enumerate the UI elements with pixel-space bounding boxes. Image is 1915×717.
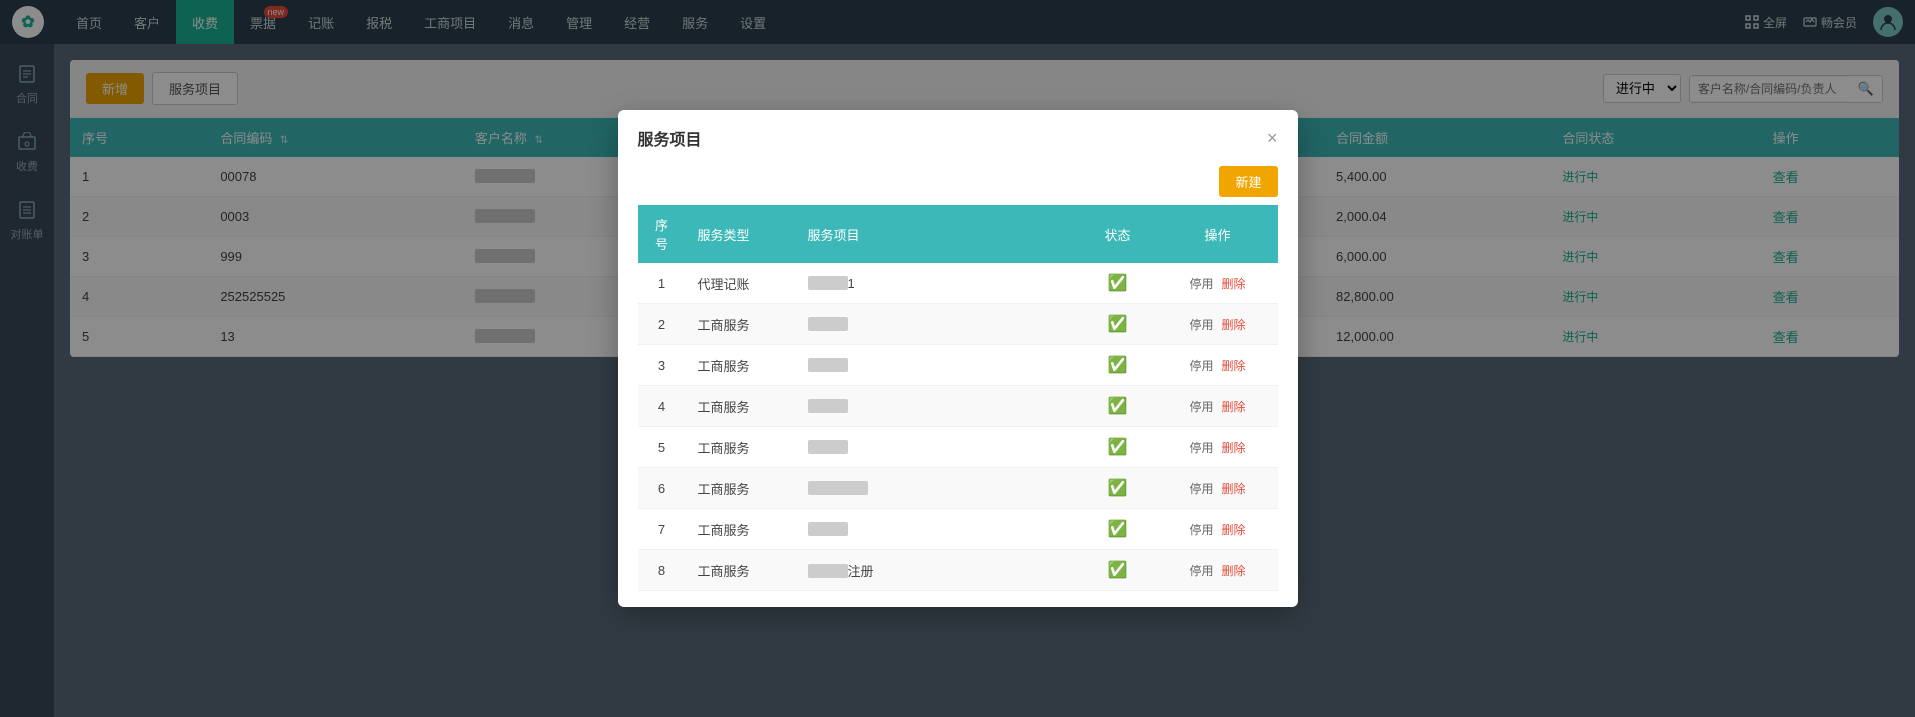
status-active-icon: ✅ (1108, 357, 1128, 374)
modal-cell-project (796, 345, 1078, 386)
status-active-icon: ✅ (1108, 316, 1128, 333)
main-layout: 合同 收费 对账单 新增 服务项目 进行中 全部 (0, 44, 1915, 717)
delete-button[interactable]: 删除 (1222, 316, 1246, 333)
modal-cell-type: 工商服务 (686, 427, 796, 468)
modal-cell-index: 6 (638, 468, 686, 509)
modal-cell-status: ✅ (1078, 345, 1158, 386)
service-modal: 服务项目 × 新建 序号 服务类型 服务项目 状态 (618, 110, 1298, 607)
modal-cell-index: 3 (638, 345, 686, 386)
modal-cell-index: 2 (638, 304, 686, 345)
status-active-icon: ✅ (1108, 439, 1128, 456)
modal-table-row: 7 工商服务 ✅ 停用 删除 (638, 509, 1278, 550)
modal-header: 服务项目 × (618, 110, 1298, 158)
status-active-icon: ✅ (1108, 521, 1128, 538)
modal-cell-index: 8 (638, 550, 686, 591)
modal-cell-action: 停用 删除 (1158, 304, 1278, 345)
modal-col-action: 操作 (1158, 205, 1278, 263)
modal-cell-index: 4 (638, 386, 686, 427)
delete-button[interactable]: 删除 (1222, 398, 1246, 415)
modal-cell-index: 5 (638, 427, 686, 468)
modal-cell-index: 1 (638, 263, 686, 304)
delete-button[interactable]: 删除 (1222, 275, 1246, 292)
modal-cell-action: 停用 删除 (1158, 468, 1278, 509)
modal-table-row: 4 工商服务 ✅ 停用 删除 (638, 386, 1278, 427)
modal-table-row: 2 工商服务 ✅ 停用 删除 (638, 304, 1278, 345)
modal-col-index: 序号 (638, 205, 686, 263)
modal-cell-project (796, 304, 1078, 345)
modal-cell-project (796, 427, 1078, 468)
modal-cell-project (796, 509, 1078, 550)
modal-toolbar: 新建 (618, 158, 1298, 205)
modal-cell-status: ✅ (1078, 468, 1158, 509)
status-active-icon: ✅ (1108, 275, 1128, 292)
modal-cell-type: 工商服务 (686, 304, 796, 345)
modal-cell-action: 停用 删除 (1158, 345, 1278, 386)
modal-cell-action: 停用 删除 (1158, 509, 1278, 550)
stop-button[interactable]: 停用 (1189, 357, 1213, 374)
modal-col-status: 状态 (1078, 205, 1158, 263)
service-table: 序号 服务类型 服务项目 状态 操作 1 代理记账 1 ✅ 停用 删除 (638, 205, 1278, 591)
delete-button[interactable]: 删除 (1222, 521, 1246, 538)
modal-cell-status: ✅ (1078, 263, 1158, 304)
modal-cell-status: ✅ (1078, 427, 1158, 468)
modal-cell-index: 7 (638, 509, 686, 550)
modal-cell-action: 停用 删除 (1158, 550, 1278, 591)
stop-button[interactable]: 停用 (1189, 316, 1213, 333)
status-active-icon: ✅ (1108, 562, 1128, 579)
modal-cell-type: 工商服务 (686, 509, 796, 550)
modal-close-button[interactable]: × (1267, 129, 1278, 147)
modal-cell-type: 代理记账 (686, 263, 796, 304)
delete-button[interactable]: 删除 (1222, 357, 1246, 374)
stop-button[interactable]: 停用 (1189, 275, 1213, 292)
status-active-icon: ✅ (1108, 480, 1128, 497)
modal-col-type: 服务类型 (686, 205, 796, 263)
modal-cell-type: 工商服务 (686, 345, 796, 386)
modal-table-row: 1 代理记账 1 ✅ 停用 删除 (638, 263, 1278, 304)
modal-cell-type: 工商服务 (686, 468, 796, 509)
modal-new-button[interactable]: 新建 (1219, 166, 1277, 197)
modal-table-row: 3 工商服务 ✅ 停用 删除 (638, 345, 1278, 386)
delete-button[interactable]: 删除 (1222, 439, 1246, 456)
modal-cell-action: 停用 删除 (1158, 427, 1278, 468)
modal-table-row: 5 工商服务 ✅ 停用 删除 (638, 427, 1278, 468)
modal-body: 序号 服务类型 服务项目 状态 操作 1 代理记账 1 ✅ 停用 删除 (618, 205, 1298, 607)
content-area: 新增 服务项目 进行中 全部 已结束 🔍 序号 合同编码 (54, 44, 1915, 717)
modal-cell-project: 注册 (796, 550, 1078, 591)
stop-button[interactable]: 停用 (1189, 562, 1213, 579)
modal-title: 服务项目 (638, 126, 702, 150)
modal-cell-status: ✅ (1078, 550, 1158, 591)
modal-cell-action: 停用 删除 (1158, 263, 1278, 304)
modal-cell-status: ✅ (1078, 386, 1158, 427)
modal-overlay: 服务项目 × 新建 序号 服务类型 服务项目 状态 (54, 44, 1915, 717)
stop-button[interactable]: 停用 (1189, 521, 1213, 538)
modal-cell-status: ✅ (1078, 304, 1158, 345)
modal-cell-type: 工商服务 (686, 550, 796, 591)
status-active-icon: ✅ (1108, 398, 1128, 415)
stop-button[interactable]: 停用 (1189, 480, 1213, 497)
modal-cell-project: 1 (796, 263, 1078, 304)
delete-button[interactable]: 删除 (1222, 480, 1246, 497)
stop-button[interactable]: 停用 (1189, 398, 1213, 415)
modal-cell-action: 停用 删除 (1158, 386, 1278, 427)
stop-button[interactable]: 停用 (1189, 439, 1213, 456)
delete-button[interactable]: 删除 (1222, 562, 1246, 579)
modal-cell-type: 工商服务 (686, 386, 796, 427)
modal-cell-project (796, 468, 1078, 509)
modal-cell-project (796, 386, 1078, 427)
modal-col-project: 服务项目 (796, 205, 1078, 263)
modal-table-row: 8 工商服务 注册 ✅ 停用 删除 (638, 550, 1278, 591)
modal-cell-status: ✅ (1078, 509, 1158, 550)
modal-table-row: 6 工商服务 ✅ 停用 删除 (638, 468, 1278, 509)
